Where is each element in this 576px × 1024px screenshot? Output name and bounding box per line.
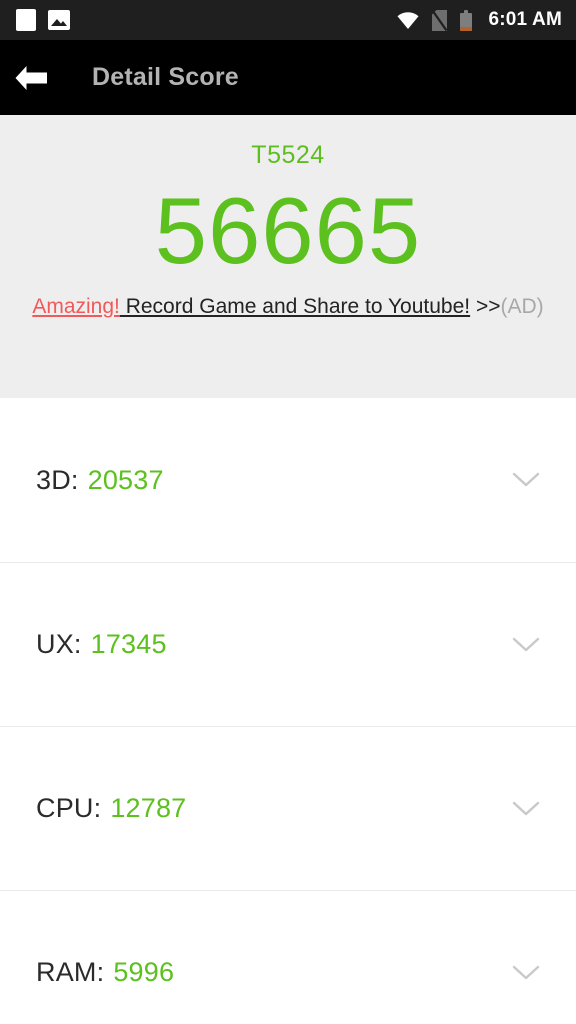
- score-summary-panel: T5524 56665 Amazing! Record Game and Sha…: [0, 115, 576, 398]
- score-label: CPU:: [36, 793, 102, 823]
- battery-icon: [460, 9, 473, 31]
- score-label: UX:: [36, 629, 82, 659]
- score-row-ram[interactable]: RAM: 5996: [0, 890, 576, 1024]
- score-value: 20537: [87, 464, 164, 495]
- device-name: T5524: [251, 141, 325, 169]
- score-label: RAM:: [36, 957, 105, 987]
- status-bar: 6:01 AM: [0, 0, 576, 40]
- ad-highlight-text: Amazing!: [32, 294, 120, 318]
- app-toolbar: Detail Score: [0, 40, 576, 115]
- score-value: 12787: [110, 793, 187, 823]
- chevron-down-icon[interactable]: [512, 637, 540, 653]
- white-square-icon: [16, 9, 36, 31]
- score-row-ux[interactable]: UX: 17345: [0, 562, 576, 726]
- ad-main-text: Record Game and Share to Youtube!: [119, 294, 471, 318]
- chevron-down-icon[interactable]: [512, 801, 540, 817]
- score-value: 17345: [90, 629, 167, 659]
- total-score: 56665: [154, 178, 422, 283]
- ad-arrows: >>: [470, 294, 501, 318]
- ad-banner[interactable]: Amazing! Record Game and Share to Youtub…: [32, 295, 543, 319]
- chevron-down-icon[interactable]: [512, 472, 540, 488]
- status-bar-system: 6:01 AM: [397, 9, 562, 31]
- page-title: Detail Score: [92, 63, 239, 91]
- detail-score-screen: 6:01 AM Detail Score T5524 56665 Amazing…: [0, 0, 576, 1024]
- score-row-3d[interactable]: 3D: 20537: [0, 398, 576, 562]
- status-bar-notifications: [16, 9, 70, 31]
- ad-label: (AD): [500, 294, 544, 318]
- no-sim-icon: [432, 9, 448, 31]
- score-row-cpu[interactable]: CPU: 12787: [0, 726, 576, 890]
- back-button[interactable]: [0, 40, 62, 115]
- chevron-down-icon[interactable]: [512, 965, 540, 981]
- wifi-icon: [397, 11, 419, 29]
- score-value: 5996: [113, 957, 175, 987]
- photo-icon: [48, 10, 70, 30]
- score-list: 3D: 20537 UX: 17345 CPU: 12787 RAM: 5996: [0, 398, 576, 1024]
- arrow-left-icon: [15, 65, 47, 90]
- status-bar-clock: 6:01 AM: [488, 9, 562, 30]
- score-label: 3D:: [36, 464, 79, 495]
